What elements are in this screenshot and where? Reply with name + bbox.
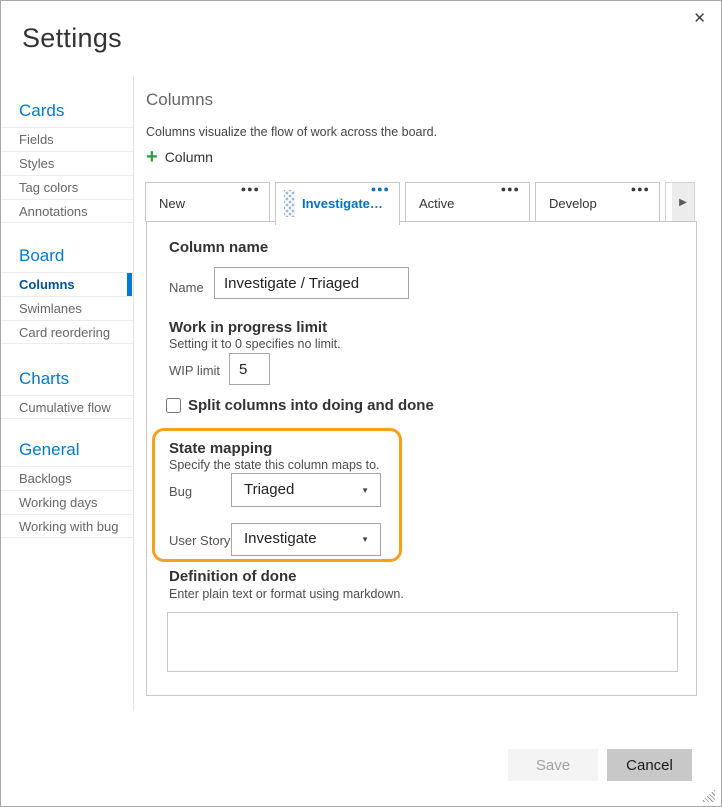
sidebar-item-annotations[interactable]: Annotations xyxy=(1,199,133,223)
tab-menu-icon[interactable]: ●●● xyxy=(371,184,390,194)
dialog-title: Settings xyxy=(22,23,122,54)
sidebar-item-cumulative-flow[interactable]: Cumulative flow xyxy=(1,395,133,419)
sidebar-items-board: Columns Swimlanes Card reordering xyxy=(1,272,133,344)
bug-label: Bug xyxy=(169,484,192,499)
sidebar-item-working-days[interactable]: Working days xyxy=(1,490,133,514)
wip-header: Work in progress limit xyxy=(169,319,327,336)
column-name-input[interactable] xyxy=(214,267,409,299)
definition-of-done-description: Enter plain text or format using markdow… xyxy=(169,587,404,601)
sidebar-item-tag-colors[interactable]: Tag colors xyxy=(1,175,133,199)
sidebar-item-swimlanes[interactable]: Swimlanes xyxy=(1,296,133,320)
sidebar-item-working-with-bug[interactable]: Working with bug xyxy=(1,514,133,538)
wip-limit-input[interactable] xyxy=(229,353,270,385)
sidebar-item-fields[interactable]: Fields xyxy=(1,127,133,151)
user-story-state-value: Investigate xyxy=(244,530,317,547)
tab-investigate[interactable]: Investigate… ●●● xyxy=(275,182,400,225)
tab-develop[interactable]: Develop ●●● xyxy=(535,182,660,222)
sidebar-items-general: Backlogs Working days Working with bug xyxy=(1,466,133,538)
settings-sidebar: Cards Fields Styles Tag colors Annotatio… xyxy=(1,76,134,711)
add-column-button[interactable]: + Column xyxy=(146,147,217,167)
sidebar-items-charts: Cumulative flow xyxy=(1,395,133,419)
column-name-header: Column name xyxy=(169,239,268,256)
tab-develop-label: Develop xyxy=(549,196,597,211)
wip-limit-label: WIP limit xyxy=(169,363,220,378)
cancel-button[interactable]: Cancel xyxy=(607,749,692,781)
columns-settings-main: Columns Columns visualize the flow of wo… xyxy=(134,1,722,807)
name-label: Name xyxy=(169,280,204,295)
sidebar-group-board: Board xyxy=(1,246,133,266)
page-title: Columns xyxy=(146,90,213,110)
sidebar-items-cards: Fields Styles Tag colors Annotations xyxy=(1,127,133,223)
definition-of-done-textarea[interactable] xyxy=(167,612,678,672)
column-settings-panel: Column name Name Work in progress limit … xyxy=(146,221,697,696)
tab-menu-icon[interactable]: ●●● xyxy=(631,184,650,194)
settings-dialog: Settings ✕ Cards Fields Styles Tag color… xyxy=(0,0,722,807)
tab-new-label: New xyxy=(159,196,185,211)
sidebar-group-general: General xyxy=(1,440,133,460)
page-description: Columns visualize the flow of work acros… xyxy=(146,125,437,139)
save-button[interactable]: Save xyxy=(508,749,598,781)
chevron-down-icon: ▼ xyxy=(361,535,369,544)
split-columns-label: Split columns into doing and done xyxy=(188,397,434,414)
add-column-label: Column xyxy=(165,149,213,165)
scroll-right-icon: ▶ xyxy=(672,183,694,221)
sidebar-item-backlogs[interactable]: Backlogs xyxy=(1,466,133,490)
column-tabstrip: New ●●● Investigate… ●●● Active ●●● Deve… xyxy=(145,182,705,225)
tab-active[interactable]: Active ●●● xyxy=(405,182,530,222)
tab-investigate-label: Investigate… xyxy=(302,196,383,211)
chevron-down-icon: ▼ xyxy=(361,486,369,495)
sidebar-item-card-reordering[interactable]: Card reordering xyxy=(1,320,133,344)
tab-scroll-right-button[interactable]: ▶ xyxy=(665,182,695,222)
tab-menu-icon[interactable]: ●●● xyxy=(241,184,260,194)
bug-state-value: Triaged xyxy=(244,481,294,498)
state-mapping-description: Specify the state this column maps to. xyxy=(169,458,380,472)
split-columns-checkbox[interactable] xyxy=(166,398,181,413)
drag-grip-icon xyxy=(284,190,295,217)
tab-menu-icon[interactable]: ●●● xyxy=(501,184,520,194)
user-story-label: User Story xyxy=(169,533,230,548)
sidebar-group-cards: Cards xyxy=(1,101,133,121)
split-columns-row: Split columns into doing and done xyxy=(166,397,434,414)
tab-new[interactable]: New ●●● xyxy=(145,182,270,222)
bug-state-select[interactable]: Triaged ▼ xyxy=(231,473,381,507)
state-mapping-header: State mapping xyxy=(169,440,272,457)
definition-of-done-header: Definition of done xyxy=(169,568,296,585)
wip-description: Setting it to 0 specifies no limit. xyxy=(169,337,341,351)
sidebar-item-columns[interactable]: Columns xyxy=(1,272,133,296)
sidebar-group-charts: Charts xyxy=(1,369,133,389)
plus-icon: + xyxy=(146,149,158,165)
tab-active-label: Active xyxy=(419,196,454,211)
sidebar-item-styles[interactable]: Styles xyxy=(1,151,133,175)
user-story-state-select[interactable]: Investigate ▼ xyxy=(231,523,381,556)
